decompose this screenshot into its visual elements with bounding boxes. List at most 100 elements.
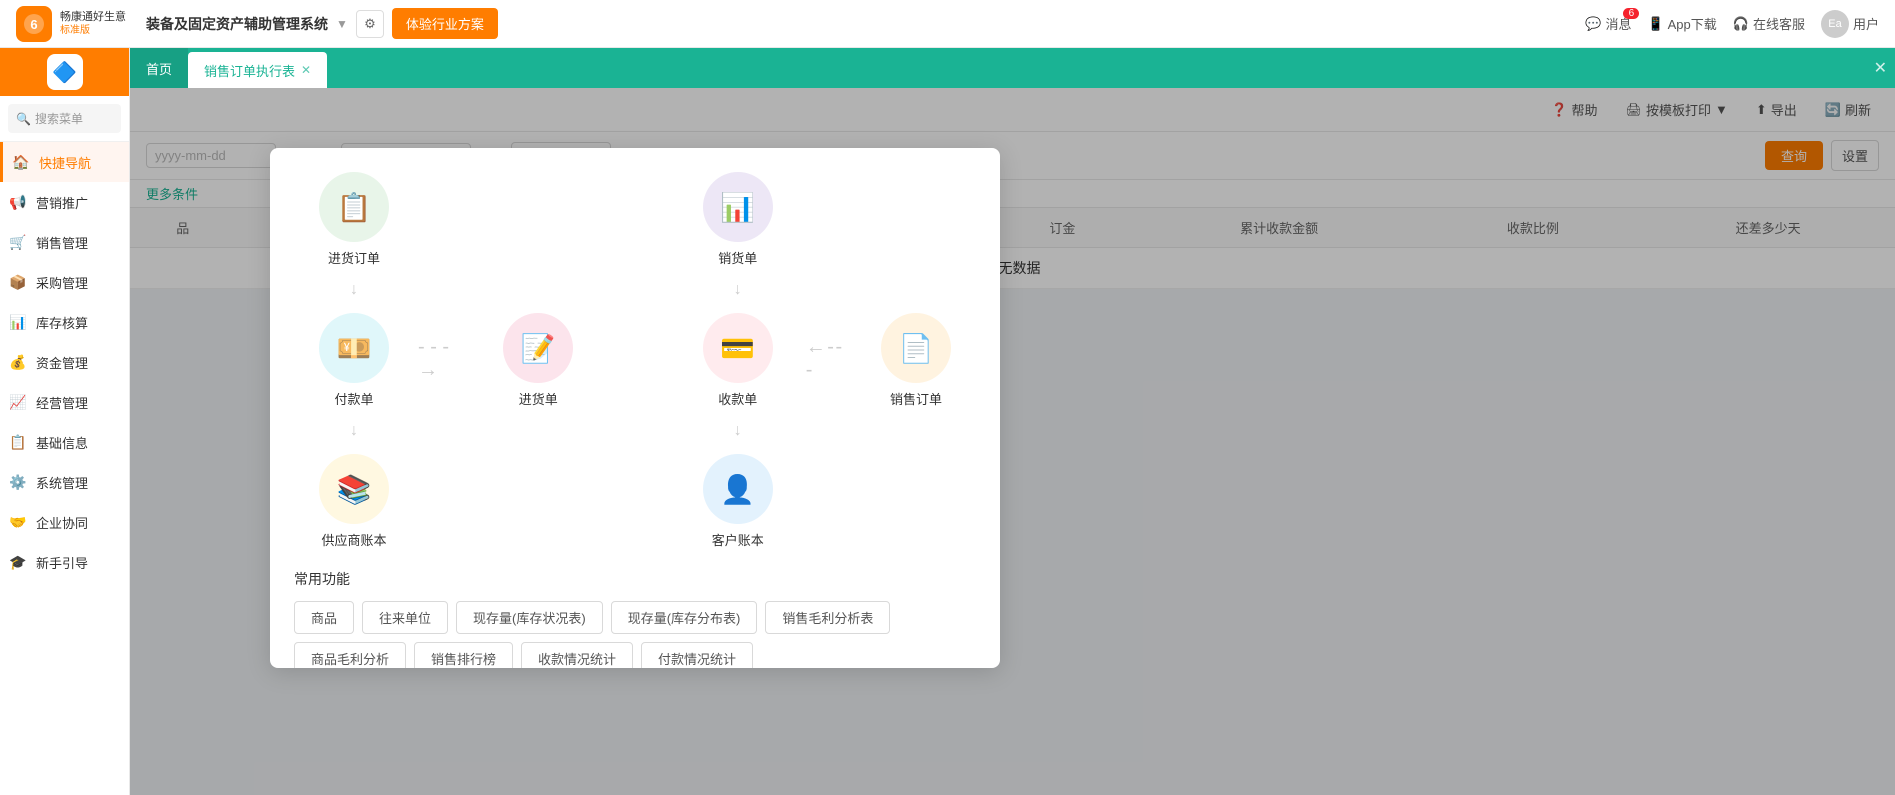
user-button[interactable]: Ea 用户 bbox=[1821, 10, 1879, 38]
sidebar-item-purchase[interactable]: 📦 采购管理 bbox=[0, 262, 129, 302]
sidebar-label-purchase: 采购管理 bbox=[36, 273, 88, 292]
flow-node-sales-bill: 📊 销货单 bbox=[678, 172, 798, 267]
sidebar-label-enterprise: 企业协同 bbox=[36, 513, 88, 532]
message-button[interactable]: 💬 消息 6 bbox=[1585, 14, 1631, 33]
content-body: ❓ 帮助 🖨 按模板打印 ▼ ⬆ 导出 🔄 刷新 bbox=[130, 88, 1895, 795]
flow-node-receipt: 💳 收款单 bbox=[678, 313, 798, 408]
arrow-down-1: ↓ bbox=[350, 281, 358, 299]
flow-node-purchase-bill: 📝 进货单 bbox=[478, 313, 598, 408]
func-btn-往来单位[interactable]: 往来单位 bbox=[362, 601, 448, 634]
flow-node-customer-ledger: 👤 客户账本 bbox=[678, 454, 798, 549]
func-btn-销售毛利分析表[interactable]: 销售毛利分析表 bbox=[765, 601, 890, 634]
tab-home[interactable]: 首页 bbox=[130, 48, 188, 88]
sidebar-item-quick-nav[interactable]: 🏠 快捷导航 bbox=[0, 142, 129, 182]
tab-sales-order-exec[interactable]: 销售订单执行表 ✕ bbox=[188, 52, 327, 88]
sidebar-search: 🔍 搜索菜单 bbox=[0, 96, 129, 142]
payment-circle: 💴 bbox=[319, 313, 389, 383]
sidebar-icon-quick-nav: 🏠 bbox=[11, 152, 31, 172]
func-btn-付款情况统计[interactable]: 付款情况统计 bbox=[641, 642, 753, 668]
supplier-ledger-label: 供应商账本 bbox=[321, 530, 386, 549]
sidebar-item-inventory[interactable]: 📊 库存核算 bbox=[0, 302, 129, 342]
sidebar-item-marketing[interactable]: 📢 营销推广 bbox=[0, 182, 129, 222]
customer-ledger-circle: 👤 bbox=[703, 454, 773, 524]
main-area: 🔷 🔍 搜索菜单 🏠 快捷导航 📢 营销推广 🛒销售管理 📦 采购管理 📊 库存核算 💰资金管理📈… bbox=[0, 48, 1895, 795]
tab-label-sales-order-exec: 销售订单执行表 bbox=[204, 61, 295, 80]
purchase-bill-circle: 📝 bbox=[503, 313, 573, 383]
receipt-circle: 💳 bbox=[703, 313, 773, 383]
headset-icon: 🎧 bbox=[1733, 16, 1749, 32]
avatar: Ea bbox=[1821, 10, 1849, 38]
arrow-dashed-2: ← - - - bbox=[798, 336, 856, 382]
arrow-down-3: ↓ bbox=[350, 422, 358, 440]
content-area: 首页销售订单执行表✕✕ ❓ 帮助 🖨 按模板打印 ▼ ⬆ bbox=[130, 48, 1895, 795]
sidebar-item-operations[interactable]: 📈经营管理 bbox=[0, 382, 129, 422]
system-title-area: 装备及固定资产辅助管理系统 ▼ ⚙ 体验行业方案 bbox=[146, 8, 1585, 39]
modal-overlay[interactable]: 📋 进货订单 ↓ 💴 付款单 bbox=[130, 88, 1895, 795]
flow-node-purchase-order: 📋 进货订单 bbox=[294, 172, 414, 267]
message-icon: 💬 bbox=[1585, 16, 1601, 32]
sidebar-item-basic-info[interactable]: 📋基础信息 bbox=[0, 422, 129, 462]
tab-bar: 首页 销售订单执行表 ✕ ✕ bbox=[130, 48, 1895, 88]
sidebar-label-marketing: 营销推广 bbox=[36, 193, 88, 212]
app-container: 6 畅康通好生意 标准版 装备及固定资产辅助管理系统 ▼ ⚙ 体验行业方案 💬 … bbox=[0, 0, 1895, 795]
func-btn-现存量(库存状况表)[interactable]: 现存量(库存状况表) bbox=[456, 601, 603, 634]
tab-close-sales-order-exec[interactable]: ✕ bbox=[301, 63, 311, 77]
func-btn-商品毛利分析[interactable]: 商品毛利分析 bbox=[294, 642, 406, 668]
sidebar-nav: 🏠 快捷导航 📢 营销推广 🛒销售管理 📦 采购管理 📊 库存核算 💰资金管理📈经营管理📋基础信息… bbox=[0, 142, 129, 795]
common-func: 常用功能 商品往来单位现存量(库存状况表)现存量(库存分布表)销售毛利分析表商品… bbox=[294, 569, 976, 668]
online-service-button[interactable]: 🎧 在线客服 bbox=[1733, 14, 1805, 33]
tab-bar-close-btn[interactable]: ✕ bbox=[1874, 58, 1887, 78]
sidebar-label-finance: 资金管理 bbox=[36, 353, 88, 372]
arrow-down-4: ↓ bbox=[734, 281, 742, 299]
sidebar-label-newcomer: 新手引导 bbox=[36, 553, 88, 572]
customer-ledger-label: 客户账本 bbox=[712, 530, 764, 549]
func-buttons: 商品往来单位现存量(库存状况表)现存量(库存分布表)销售毛利分析表商品毛利分析销… bbox=[294, 601, 976, 668]
sales-bill-label: 销货单 bbox=[718, 248, 757, 267]
sidebar-icon-sales: 🛒 bbox=[8, 232, 28, 252]
sales-order-circle: 📄 bbox=[881, 313, 951, 383]
sales-bill-circle: 📊 bbox=[703, 172, 773, 242]
settings-button[interactable]: ⚙ bbox=[356, 10, 384, 38]
flow-node-payment: 💴 付款单 bbox=[294, 313, 414, 408]
app-download-icon: 📱 bbox=[1647, 16, 1663, 32]
sidebar-icon-system: ⚙️ bbox=[8, 472, 28, 492]
modal-box: 📋 进货订单 ↓ 💴 付款单 bbox=[270, 148, 1000, 668]
arrow-right-1: - - - → bbox=[414, 336, 478, 382]
sidebar-label-operations: 经营管理 bbox=[36, 393, 88, 412]
func-btn-销售排行榜[interactable]: 销售排行榜 bbox=[414, 642, 513, 668]
left-flow-column: 📋 进货订单 ↓ 💴 付款单 bbox=[294, 172, 414, 549]
sales-order-label: 销售订单 bbox=[890, 389, 942, 408]
sidebar-item-finance[interactable]: 💰资金管理 bbox=[0, 342, 129, 382]
func-btn-收款情况统计[interactable]: 收款情况统计 bbox=[521, 642, 633, 668]
top-bar: 6 畅康通好生意 标准版 装备及固定资产辅助管理系统 ▼ ⚙ 体验行业方案 💬 … bbox=[0, 0, 1895, 48]
sidebar-logo-area: 🔷 bbox=[0, 48, 129, 96]
sidebar-item-enterprise[interactable]: 🤝企业协同 bbox=[0, 502, 129, 542]
tab-label-home: 首页 bbox=[146, 59, 172, 78]
receipt-label: 收款单 bbox=[718, 389, 757, 408]
sidebar-label-inventory: 库存核算 bbox=[36, 313, 88, 332]
func-btn-商品[interactable]: 商品 bbox=[294, 601, 354, 634]
svg-text:6: 6 bbox=[30, 17, 37, 32]
purchase-order-circle: 📋 bbox=[319, 172, 389, 242]
purchase-order-label: 进货订单 bbox=[328, 248, 380, 267]
arrow-down-5: ↓ bbox=[734, 422, 742, 440]
sidebar-icon-purchase: 📦 bbox=[8, 272, 28, 292]
logo-area: 6 畅康通好生意 标准版 bbox=[16, 6, 146, 42]
experience-btn[interactable]: 体验行业方案 bbox=[392, 8, 498, 39]
sidebar-item-sales[interactable]: 🛒销售管理 bbox=[0, 222, 129, 262]
sidebar-item-system[interactable]: ⚙️ 系统管理 bbox=[0, 462, 129, 502]
sidebar-item-newcomer[interactable]: 🎓 新手引导 bbox=[0, 542, 129, 582]
func-btn-现存量(库存分布表)[interactable]: 现存量(库存分布表) bbox=[611, 601, 758, 634]
sidebar-icon-marketing: 📢 bbox=[8, 192, 28, 212]
logo-text: 畅康通好生意 标准版 bbox=[60, 10, 126, 37]
sidebar-label-quick-nav: 快捷导航 bbox=[39, 153, 91, 172]
top-right: 💬 消息 6 📱 App下载 🎧 在线客服 Ea 用户 bbox=[1585, 10, 1879, 38]
sidebar-label-system: 系统管理 bbox=[36, 473, 88, 492]
sidebar-icon-inventory: 📊 bbox=[8, 312, 28, 332]
app-download-button[interactable]: 📱 App下载 bbox=[1647, 14, 1716, 33]
middle-left-flow-column: 📝 进货单 bbox=[478, 313, 598, 408]
dropdown-icon[interactable]: ▼ bbox=[336, 17, 348, 31]
sidebar-icon-newcomer: 🎓 bbox=[8, 552, 28, 572]
system-title: 装备及固定资产辅助管理系统 bbox=[146, 14, 328, 34]
search-menu-button[interactable]: 🔍 搜索菜单 bbox=[8, 104, 121, 133]
